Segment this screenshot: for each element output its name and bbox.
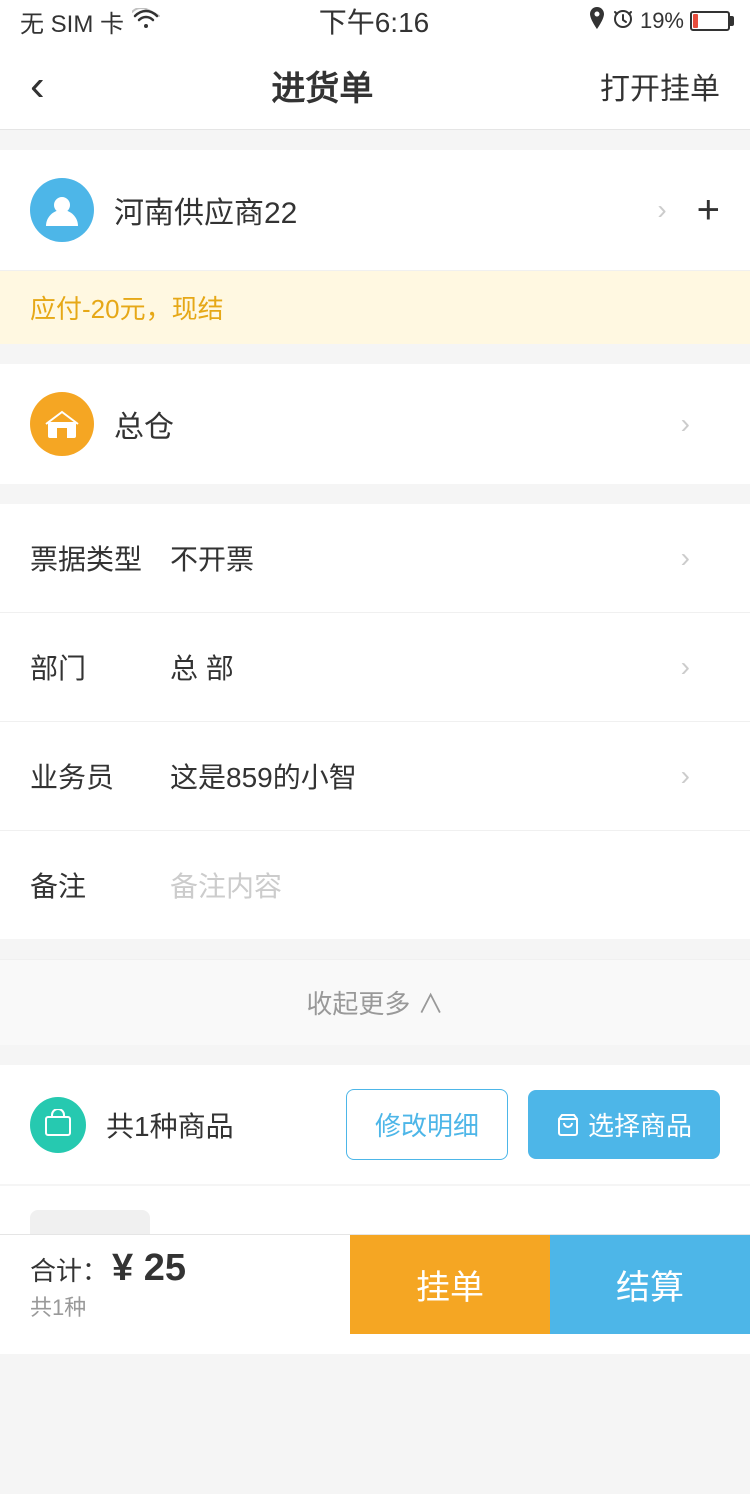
supplier-name: 河南供应商22 (114, 188, 657, 232)
supplier-chevron-icon: › (657, 194, 666, 226)
invoice-chevron-icon: › (681, 542, 690, 574)
warehouse-row[interactable]: 总仓 › (0, 364, 750, 484)
salesperson-value: 这是859的小智 (150, 756, 681, 796)
total-section: 合计： ¥ 25 共1种 (0, 1235, 350, 1334)
back-button[interactable]: ‹ (30, 61, 45, 111)
battery-text: 19% (640, 8, 684, 34)
item-count: 共1种 (30, 1290, 320, 1322)
alarm-icon (612, 7, 634, 35)
total-amount: ¥ 25 (112, 1247, 186, 1290)
bottom-bar: 合计： ¥ 25 共1种 挂单 结算 (0, 1234, 750, 1334)
warehouse-name: 总仓 (114, 402, 681, 446)
remark-input[interactable]: 备注内容 (150, 865, 720, 905)
collapse-label: 收起更多 ∧ (306, 989, 443, 1019)
form-section: 票据类型 不开票 › 部门 总 部 › 业务员 这是859的小智 › 备注 备注… (0, 504, 750, 939)
location-icon (588, 7, 606, 35)
checkout-button[interactable]: 结算 (550, 1235, 750, 1334)
status-bar: 无 SIM 卡 下午6:16 19% (0, 0, 750, 42)
warehouse-icon (30, 392, 94, 456)
product-count-icon (30, 1097, 86, 1153)
select-product-label: 选择商品 (588, 1106, 692, 1143)
battery-icon (690, 11, 730, 31)
supplier-avatar (30, 178, 94, 242)
modify-detail-button[interactable]: 修改明细 (346, 1089, 508, 1160)
total-label: 合计： (30, 1251, 108, 1288)
supplier-row[interactable]: 河南供应商22 › + (0, 150, 750, 271)
dept-value: 总 部 (150, 647, 681, 687)
dept-row[interactable]: 部门 总 部 › (0, 613, 750, 722)
time-display: 下午6:16 (319, 7, 430, 38)
invoice-row[interactable]: 票据类型 不开票 › (0, 504, 750, 613)
nav-bar: ‹ 进货单 打开挂单 (0, 42, 750, 130)
dept-chevron-icon: › (681, 651, 690, 683)
select-product-button[interactable]: 选择商品 (528, 1090, 720, 1159)
wifi-icon (132, 7, 160, 35)
top-divider (0, 130, 750, 150)
remark-row[interactable]: 备注 备注内容 (0, 831, 750, 939)
notice-bar: 应付-20元，现结 (0, 271, 750, 344)
open-pending-button[interactable]: 打开挂单 (600, 64, 720, 108)
notice-text: 应付-20元，现结 (30, 294, 224, 324)
cart-icon (556, 1113, 580, 1137)
collapse-row[interactable]: 收起更多 ∧ (0, 959, 750, 1045)
product-count-text: 共1种商品 (106, 1105, 326, 1145)
supplier-section: 河南供应商22 › + 应付-20元，现结 (0, 150, 750, 344)
remark-label: 备注 (30, 865, 150, 905)
hang-button[interactable]: 挂单 (350, 1235, 550, 1334)
carrier-text: 无 SIM 卡 (20, 4, 124, 39)
invoice-label: 票据类型 (30, 538, 150, 578)
salesperson-chevron-icon: › (681, 760, 690, 792)
salesperson-row[interactable]: 业务员 这是859的小智 › (0, 722, 750, 831)
invoice-value: 不开票 (150, 538, 681, 578)
page-title: 进货单 (271, 61, 373, 110)
salesperson-label: 业务员 (30, 756, 150, 796)
bottom-spacer (0, 1374, 750, 1494)
add-button[interactable]: + (697, 188, 720, 233)
warehouse-section: 总仓 › (0, 364, 750, 484)
dept-label: 部门 (30, 647, 150, 687)
product-header: 共1种商品 修改明细 选择商品 (0, 1065, 750, 1184)
warehouse-chevron-icon: › (681, 408, 690, 440)
